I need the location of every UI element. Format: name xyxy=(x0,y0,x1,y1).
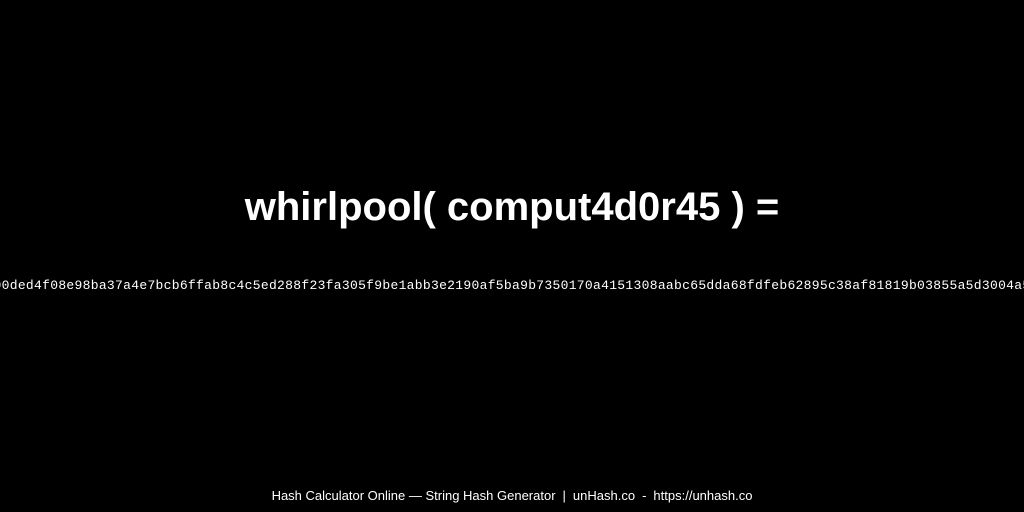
hash-result: 00ded4f08e98ba37a4e7bcb6ffab8c4c5ed288f2… xyxy=(0,278,1024,293)
footer: Hash Calculator Online — String Hash Gen… xyxy=(0,478,1024,512)
footer-separator: - xyxy=(642,488,646,503)
footer-url: https://unhash.co xyxy=(653,488,752,503)
hash-expression: whirlpool( comput4d0r45 ) = xyxy=(245,185,780,230)
main-content: whirlpool( comput4d0r45 ) = 00ded4f08e98… xyxy=(0,0,1024,478)
footer-site-name: unHash.co xyxy=(573,488,635,503)
footer-title: Hash Calculator Online — String Hash Gen… xyxy=(272,488,556,503)
footer-separator: | xyxy=(563,488,566,503)
